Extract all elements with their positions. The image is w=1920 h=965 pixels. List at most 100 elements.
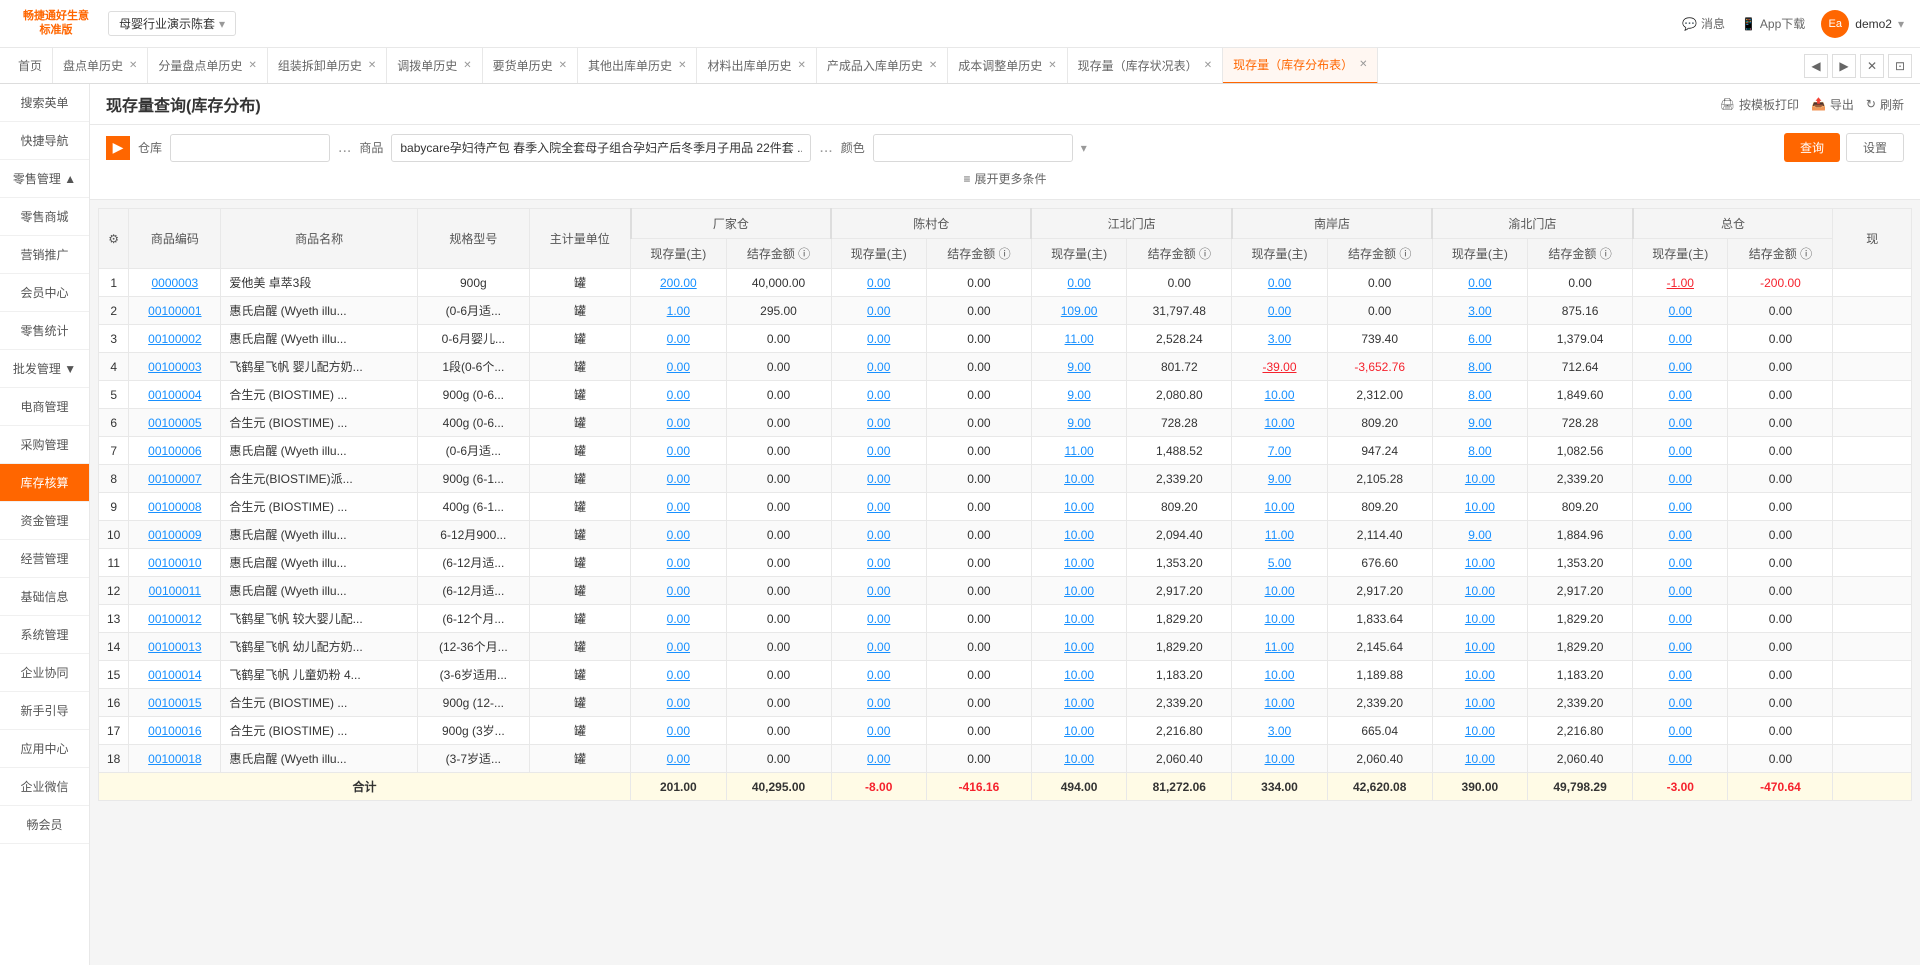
tab-stock-dist-close[interactable]: ✕	[1359, 59, 1367, 70]
sidebar-item-member[interactable]: 会员中心	[0, 274, 89, 312]
tab-stock-split-close[interactable]: ✕	[248, 60, 256, 71]
product-code-link[interactable]: 00100013	[148, 640, 201, 654]
tab-expand-btn[interactable]: ⊡	[1888, 54, 1912, 78]
tab-product-in-close[interactable]: ✕	[929, 60, 937, 71]
sidebar-item-marketing[interactable]: 营销推广	[0, 236, 89, 274]
data-table: ⚙ 商品编码 商品名称 规格型号 主计量单位 厂家仓 陈村仓 江北门店 南岸店 …	[98, 208, 1912, 801]
product-code-link[interactable]: 00100005	[148, 416, 201, 430]
tab-assemble[interactable]: 组装拆卸单历史✕	[268, 48, 387, 84]
tab-assemble-close[interactable]: ✕	[368, 60, 376, 71]
sidebar-item-purchase[interactable]: 采购管理	[0, 426, 89, 464]
sidebar-item-wholesale[interactable]: 批发管理 ▼	[0, 350, 89, 388]
tab-purchase-out-close[interactable]: ✕	[559, 60, 567, 71]
product-code-link[interactable]: 00100003	[148, 360, 201, 374]
color-dropdown-icon[interactable]: ▾	[1081, 141, 1087, 155]
refresh-btn[interactable]: ↻ 刷新	[1866, 96, 1904, 113]
brand-selector[interactable]: 母婴行业演示陈套 ▾	[108, 11, 236, 36]
tab-stock-status[interactable]: 现存量（库存状况表）✕	[1068, 48, 1223, 84]
tab-cost-adjust[interactable]: 成本调整单历史✕	[948, 48, 1067, 84]
tab-stock-status-close[interactable]: ✕	[1204, 60, 1212, 71]
sidebar-item-search[interactable]: 搜索英单	[0, 84, 89, 122]
cell-jb-amount: 728.28	[1127, 409, 1232, 437]
sidebar-item-ops[interactable]: 经营管理	[0, 540, 89, 578]
product-code-link[interactable]: 00100016	[148, 724, 201, 738]
tab-next-btn[interactable]: ▶	[1832, 54, 1856, 78]
cell-code: 00100004	[129, 381, 221, 409]
cell-na-amount: 739.40	[1327, 325, 1432, 353]
user-area[interactable]: Ea demo2 ▾	[1821, 10, 1904, 38]
warehouse-dots[interactable]: ...	[338, 139, 351, 157]
cell-spec: (6-12月适...	[417, 549, 529, 577]
cell-fj-amount: 0.00	[726, 409, 831, 437]
tab-material-out[interactable]: 材料出库单历史✕	[697, 48, 816, 84]
product-code-link[interactable]: 00100008	[148, 500, 201, 514]
tab-transfer-close[interactable]: ✕	[463, 60, 471, 71]
table-row: 3 00100002 惠氏启醒 (Wyeth illu... 0-6月婴儿...…	[99, 325, 1912, 353]
filter-expand-btn[interactable]: ▶	[106, 136, 130, 160]
tab-other-out-close[interactable]: ✕	[678, 60, 686, 71]
th-settings[interactable]: ⚙	[99, 209, 129, 269]
sidebar-item-retail-mall[interactable]: 零售商城	[0, 198, 89, 236]
sidebar-item-inventory[interactable]: 库存核算	[0, 464, 89, 502]
sidebar-item-finance[interactable]: 资金管理	[0, 502, 89, 540]
product-code-link[interactable]: 00100012	[148, 612, 201, 626]
tab-other-out[interactable]: 其他出库单历史✕	[578, 48, 697, 84]
product-code-link[interactable]: 00100007	[148, 472, 201, 486]
product-dots[interactable]: ...	[819, 139, 832, 157]
export-btn[interactable]: 📤 导出	[1811, 96, 1854, 113]
sidebar-item-wechat[interactable]: 企业微信	[0, 768, 89, 806]
sidebar-item-enterprise[interactable]: 企业协同	[0, 654, 89, 692]
tab-home[interactable]: 首页	[8, 48, 53, 84]
product-code-link[interactable]: 00100011	[149, 584, 202, 598]
product-code-link[interactable]: 00100018	[148, 752, 201, 766]
query-btn[interactable]: 查询	[1784, 133, 1840, 162]
footer-row: 合计 201.00 40,295.00 -8.00 -416.16 494.00…	[99, 773, 1912, 801]
product-input[interactable]	[391, 134, 811, 162]
sidebar-item-member2[interactable]: 畅会员	[0, 806, 89, 844]
tab-prev-btn[interactable]: ◀	[1804, 54, 1828, 78]
cell-fj-amount: 0.00	[726, 577, 831, 605]
table-container[interactable]: ⚙ 商品编码 商品名称 规格型号 主计量单位 厂家仓 陈村仓 江北门店 南岸店 …	[90, 200, 1920, 965]
export-icon: 📤	[1811, 97, 1826, 111]
tab-transfer[interactable]: 调拨单历史✕	[387, 48, 482, 84]
cell-yb-amount: 1,379.04	[1528, 325, 1633, 353]
tab-stock-split[interactable]: 分量盘点单历史✕	[148, 48, 267, 84]
sidebar-item-nav[interactable]: 快捷导航	[0, 122, 89, 160]
tab-cost-adjust-close[interactable]: ✕	[1048, 60, 1056, 71]
product-code-link[interactable]: 00100006	[148, 444, 201, 458]
cell-code: 00100011	[129, 577, 221, 605]
expand-more-btn[interactable]: ≡ 展开更多条件	[106, 166, 1904, 191]
product-code-link[interactable]: 00100015	[148, 696, 201, 710]
sidebar-item-newbie[interactable]: 新手引导	[0, 692, 89, 730]
cell-no: 8	[99, 465, 129, 493]
sidebar-item-ecommerce[interactable]: 电商管理	[0, 388, 89, 426]
product-code-link[interactable]: 0000003	[151, 276, 198, 290]
tab-purchase-out[interactable]: 要货单历史✕	[483, 48, 578, 84]
app-download-btn[interactable]: 📱 App下载	[1741, 15, 1805, 32]
product-code-link[interactable]: 00100010	[148, 556, 201, 570]
tab-close-all-btn[interactable]: ✕	[1860, 54, 1884, 78]
tab-stocklist[interactable]: 盘点单历史✕	[53, 48, 148, 84]
message-btn[interactable]: 💬 消息	[1682, 15, 1725, 32]
product-code-link[interactable]: 00100009	[148, 528, 201, 542]
tab-stock-dist[interactable]: 现存量（库存分布表）✕	[1223, 48, 1378, 84]
print-btn[interactable]: 🖨 按模板打印	[1720, 96, 1799, 113]
product-code-link[interactable]: 00100004	[148, 388, 201, 402]
sidebar-item-retail-stats[interactable]: 零售统计	[0, 312, 89, 350]
tab-material-out-close[interactable]: ✕	[797, 60, 805, 71]
tab-stocklist-close[interactable]: ✕	[129, 60, 137, 71]
cell-yb-stock: 10.00	[1432, 689, 1527, 717]
cell-unit: 罐	[529, 353, 630, 381]
color-input[interactable]	[873, 134, 1073, 162]
sidebar-item-basic[interactable]: 基础信息	[0, 578, 89, 616]
cell-na-stock: 9.00	[1232, 465, 1327, 493]
setting-btn[interactable]: 设置	[1846, 133, 1904, 162]
sidebar-item-apps[interactable]: 应用中心	[0, 730, 89, 768]
sidebar-item-retail-manage[interactable]: 零售管理 ▲	[0, 160, 89, 198]
warehouse-input[interactable]	[170, 134, 330, 162]
product-code-link[interactable]: 00100001	[148, 304, 201, 318]
product-code-link[interactable]: 00100002	[148, 332, 201, 346]
tab-product-in[interactable]: 产成品入库单历史✕	[817, 48, 948, 84]
sidebar-item-system[interactable]: 系统管理	[0, 616, 89, 654]
product-code-link[interactable]: 00100014	[148, 668, 201, 682]
